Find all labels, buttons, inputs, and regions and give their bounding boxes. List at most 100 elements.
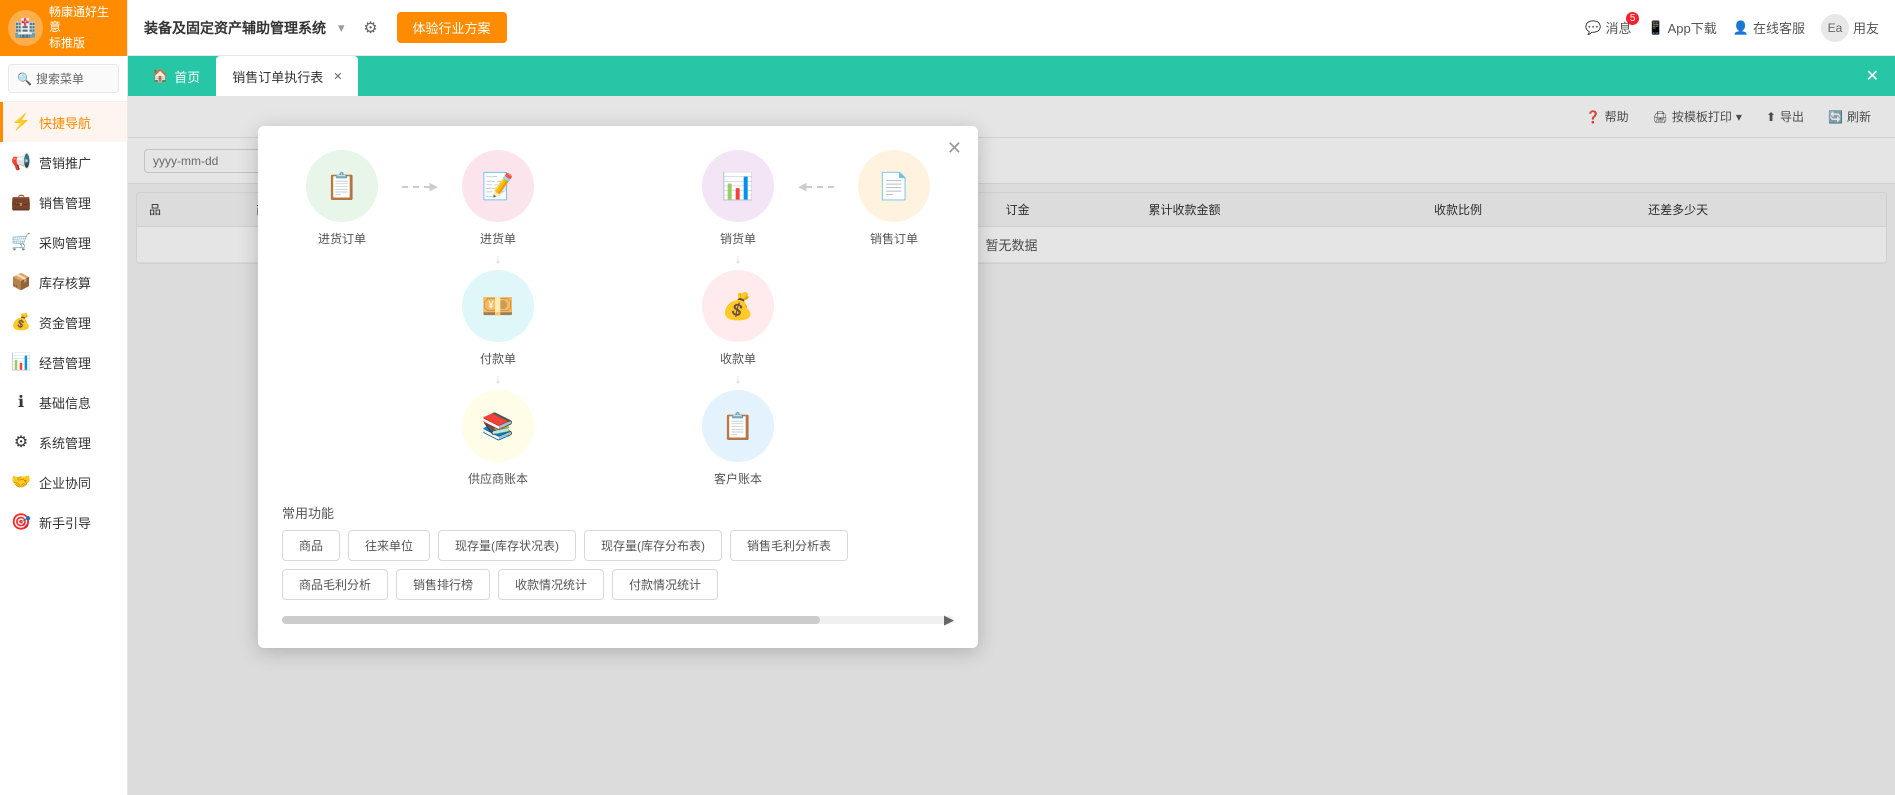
flow-node-purchase-bill[interactable]: 📝 进货单: [438, 150, 558, 247]
common-btn-现存量(库存分布表)[interactable]: 现存量(库存分布表): [584, 530, 722, 561]
app-download-item[interactable]: 📱 App下载: [1647, 18, 1716, 37]
logo-emoji: 🏥: [14, 18, 36, 39]
sidebar-item-新手引导[interactable]: 🎯新手引导: [0, 502, 127, 542]
sidebar-icon-10: 🎯: [11, 512, 31, 532]
sidebar-label-4: 库存核算: [39, 273, 91, 292]
sidebar-item-营销推广[interactable]: 📢 营销推广: [0, 142, 127, 182]
common-title: 常用功能: [282, 503, 954, 522]
purchase-bill-label: 进货单: [480, 230, 516, 247]
modal-scrollbar[interactable]: ▶: [282, 616, 954, 624]
flow-arrows-down-2: ↓ ↓: [282, 371, 954, 386]
flow-node-receipt[interactable]: 💰 收款单: [678, 270, 798, 367]
common-btn-现存量(库存状况表)[interactable]: 现存量(库存状况表): [438, 530, 576, 561]
customer-label: 客户账本: [714, 470, 762, 487]
app-download-label: App下载: [1668, 18, 1717, 37]
trial-button[interactable]: 体验行业方案: [397, 12, 507, 43]
common-btn-销售排行榜[interactable]: 销售排行榜: [396, 569, 490, 600]
sidebar-item-资金管理[interactable]: 💰 资金管理: [0, 302, 127, 342]
payment-label: 付款单: [480, 350, 516, 367]
tab-home-label: 首页: [174, 67, 200, 86]
sidebar-icon-0: ⚡: [11, 112, 31, 132]
payment-icon: 💴: [462, 270, 534, 342]
common-buttons-row-1: 商品往来单位现存量(库存状况表) 现存量(库存分布表) 销售毛利分析表商品毛利分析销…: [282, 530, 954, 600]
user-label: 用友: [1853, 18, 1879, 37]
avatar: Ea: [1821, 14, 1849, 42]
message-badge: 5: [1626, 12, 1640, 25]
flow-node-purchase-order[interactable]: 📋 进货订单: [282, 150, 402, 247]
message-icon: 💬: [1585, 20, 1601, 36]
supplier-label: 供应商账本: [468, 470, 528, 487]
sidebar-icon-5: 💰: [11, 312, 31, 332]
sidebar-icon-6: 📊: [11, 352, 31, 372]
common-btn-付款情况统计[interactable]: 付款情况统计: [612, 569, 718, 600]
tabbar-close-button[interactable]: ✕: [1866, 66, 1887, 86]
flow-node-supplier[interactable]: 📚 供应商账本: [438, 390, 558, 487]
sidebar-label-2: 销售管理: [39, 193, 91, 212]
flow-node-customer[interactable]: 📋 客户账本: [678, 390, 798, 487]
online-service-item[interactable]: 👤 在线客服: [1733, 18, 1805, 37]
search-menu-button[interactable]: 🔍 搜索菜单: [8, 64, 119, 93]
sidebar-label-5: 资金管理: [39, 313, 91, 332]
main-area: 装备及固定资产辅助管理系统 ▾ ⚙ 体验行业方案 💬 消息 5 📱 App下载 …: [128, 0, 1895, 795]
modal-close-button[interactable]: ✕: [947, 138, 962, 159]
sidebar-item-企业协同[interactable]: 🤝 企业协同: [0, 462, 127, 502]
sale-order-icon: 📄: [858, 150, 930, 222]
receipt-icon: 💰: [702, 270, 774, 342]
sidebar-item-库存核算[interactable]: 📦 库存核算: [0, 262, 127, 302]
sidebar-search-area: 🔍 搜索菜单: [0, 56, 127, 102]
common-btn-销售毛利分析表[interactable]: 销售毛利分析表: [730, 530, 848, 561]
sidebar-label-9: 企业协同: [39, 473, 91, 492]
sidebar-label-0: 快捷导航: [39, 113, 91, 132]
topbar-right: 💬 消息 5 📱 App下载 👤 在线客服 Ea 用友: [1585, 14, 1879, 42]
sidebar-item-系统管理[interactable]: ⚙ 系统管理: [0, 422, 127, 462]
chevron-down-icon[interactable]: ▾: [338, 20, 345, 36]
sidebar-item-快捷导航[interactable]: ⚡ 快捷导航: [0, 102, 127, 142]
tab-close-icon[interactable]: ✕: [333, 70, 342, 83]
sidebar-icon-9: 🤝: [11, 472, 31, 492]
search-menu-label: 搜索菜单: [36, 70, 84, 87]
logo-text: 畅康通好生意 标推版: [49, 5, 119, 52]
home-icon: 🏠: [152, 68, 168, 84]
sidebar: 🏥 畅康通好生意 标推版 🔍 搜索菜单 ⚡ 快捷导航 📢 营销推广 💼销售管理 🛒 采购管理…: [0, 0, 128, 795]
scrollbar-right-arrow[interactable]: ▶: [944, 612, 954, 628]
sidebar-label-3: 采购管理: [39, 233, 91, 252]
common-btn-商品毛利分析[interactable]: 商品毛利分析: [282, 569, 388, 600]
message-item[interactable]: 💬 消息 5: [1585, 18, 1631, 37]
flow-middle-row: 💴 付款单 💰 收款单: [282, 270, 954, 367]
flow-node-sale-bill[interactable]: 📊 销货单: [678, 150, 798, 247]
supplier-icon: 📚: [462, 390, 534, 462]
purchase-order-icon: 📋: [306, 150, 378, 222]
customer-icon: 📋: [702, 390, 774, 462]
sidebar-label-8: 系统管理: [39, 433, 91, 452]
sidebar-icon-8: ⚙: [11, 432, 31, 452]
sidebar-item-销售管理[interactable]: 💼销售管理: [0, 182, 127, 222]
sidebar-icon-1: 📢: [11, 152, 31, 172]
tab-home[interactable]: 🏠 首页: [136, 56, 216, 96]
flow-top-row: 📋 进货订单 ▶ 📝 进货单: [282, 150, 954, 247]
flow-node-sale-order[interactable]: 📄 销售订单: [834, 150, 954, 247]
sidebar-label-1: 营销推广: [39, 153, 91, 172]
common-btn-收款情况统计[interactable]: 收款情况统计: [498, 569, 604, 600]
settings-icon[interactable]: ⚙: [357, 14, 385, 42]
common-btn-商品[interactable]: 商品: [282, 530, 340, 561]
sidebar-nav: ⚡ 快捷导航 📢 营销推广 💼销售管理 🛒 采购管理 📦 库存核算 💰 资金管理 📊 经营管理 ℹ基础信息…: [0, 102, 127, 795]
tabbar: 🏠 首页 销售订单执行表 ✕ ✕: [128, 56, 1895, 96]
sidebar-icon-3: 🛒: [11, 232, 31, 252]
topbar: 装备及固定资产辅助管理系统 ▾ ⚙ 体验行业方案 💬 消息 5 📱 App下载 …: [128, 0, 1895, 56]
flow-node-payment[interactable]: 💴 付款单: [438, 270, 558, 367]
sale-bill-label: 销货单: [720, 230, 756, 247]
sidebar-icon-7: ℹ: [11, 392, 31, 412]
receipt-label: 收款单: [720, 350, 756, 367]
sidebar-item-采购管理[interactable]: 🛒 采购管理: [0, 222, 127, 262]
user-item[interactable]: Ea 用友: [1821, 14, 1879, 42]
purchase-bill-icon: 📝: [462, 150, 534, 222]
service-icon: 👤: [1733, 20, 1749, 36]
common-btn-往来单位[interactable]: 往来单位: [348, 530, 430, 561]
sidebar-icon-4: 📦: [11, 272, 31, 292]
sidebar-item-基础信息[interactable]: ℹ基础信息: [0, 382, 127, 422]
sidebar-label-6: 经营管理: [39, 353, 91, 372]
logo-line2: 标推版: [49, 36, 119, 52]
sidebar-item-经营管理[interactable]: 📊 经营管理: [0, 342, 127, 382]
online-service-label: 在线客服: [1753, 18, 1805, 37]
tab-sales-order[interactable]: 销售订单执行表 ✕: [216, 56, 358, 96]
